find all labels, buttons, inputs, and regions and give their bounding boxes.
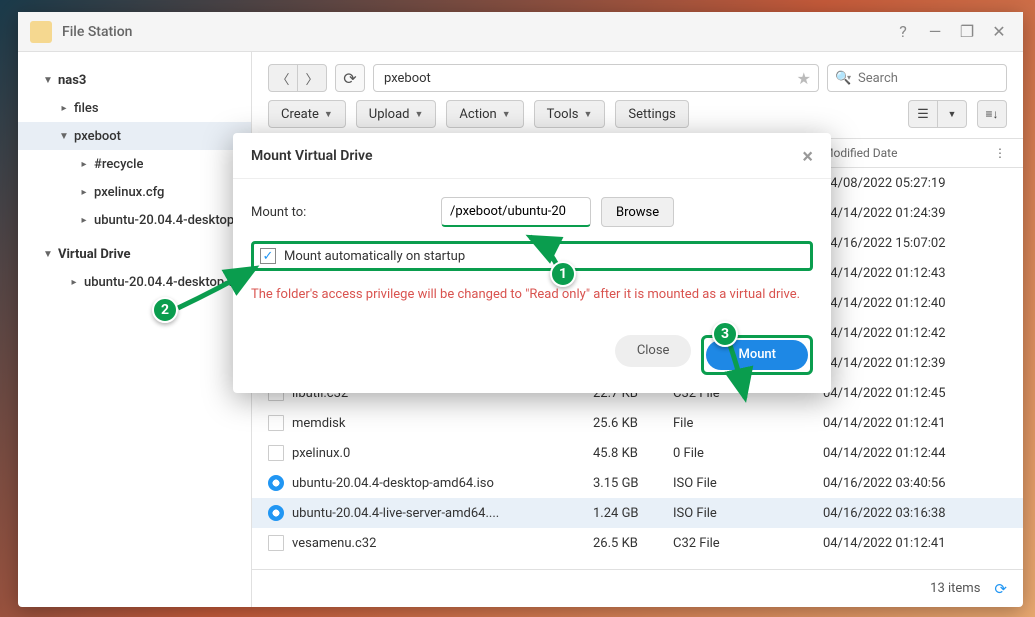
browse-button[interactable]: Browse xyxy=(601,197,674,227)
sidebar-item--recycle[interactable]: ▸#recycle xyxy=(18,150,251,178)
file-icon xyxy=(268,535,284,551)
auto-mount-label: Mount automatically on startup xyxy=(284,249,465,264)
dialog-titlebar: Mount Virtual Drive × xyxy=(233,133,831,179)
file-name: ubuntu-20.04.4-live-server-amd64.... xyxy=(292,506,499,521)
nav-back-button[interactable]: 〈 xyxy=(268,64,298,92)
dialog-title: Mount Virtual Drive xyxy=(251,148,373,164)
file-name: pxelinux.0 xyxy=(292,446,350,461)
mount-to-input[interactable] xyxy=(441,197,591,227)
annotation-badge-3: 3 xyxy=(712,321,738,347)
file-date: 04/14/2022 01:24:39 xyxy=(823,206,993,221)
tree-root-nas3[interactable]: ▼nas3 xyxy=(18,66,251,94)
help-button[interactable]: ? xyxy=(891,20,915,44)
file-date: 04/14/2022 01:12:43 xyxy=(823,266,993,281)
search-input[interactable] xyxy=(827,64,1007,92)
file-date: 04/16/2022 15:07:02 xyxy=(823,236,993,251)
status-bar: 13 items ⟳ xyxy=(252,569,1023,607)
footer-refresh-icon[interactable]: ⟳ xyxy=(994,580,1007,598)
file-type: 0 File xyxy=(673,446,823,461)
file-date: 04/16/2022 03:16:38 xyxy=(823,506,993,521)
dialog-close-button[interactable]: × xyxy=(802,144,813,168)
file-type: ISO File xyxy=(673,506,823,521)
sidebar-item-pxeboot[interactable]: ▼pxeboot xyxy=(18,122,251,150)
file-date: 04/16/2022 03:40:56 xyxy=(823,476,993,491)
create-button[interactable]: Create▼ xyxy=(268,100,346,128)
titlebar: File Station ? — ❐ ✕ xyxy=(18,12,1023,52)
table-row[interactable]: vesamenu.c32 26.5 KBC32 File04/14/2022 01… xyxy=(252,528,1023,558)
path-field: ★ xyxy=(373,64,819,92)
file-size: 25.6 KB xyxy=(593,416,673,431)
favorite-icon[interactable]: ★ xyxy=(797,69,811,88)
nav-forward-button[interactable]: 〉 xyxy=(297,64,327,92)
file-size: 45.8 KB xyxy=(593,446,673,461)
nav-group: 〈 〉 xyxy=(268,64,327,92)
file-date: 04/14/2022 01:12:45 xyxy=(823,386,993,401)
annotation-badge-2: 2 xyxy=(152,297,178,323)
search-chevron-icon[interactable]: ▾ xyxy=(847,73,851,82)
warning-text: The folder's access privilege will be ch… xyxy=(251,285,813,305)
annotation-badge-1: 1 xyxy=(550,261,576,287)
window-title: File Station xyxy=(62,24,883,40)
file-type: ISO File xyxy=(673,476,823,491)
file-date: 04/08/2022 05:27:19 xyxy=(823,176,993,191)
file-date: 04/14/2022 01:12:41 xyxy=(823,416,993,431)
file-name: vesamenu.c32 xyxy=(292,536,376,551)
file-date: 04/14/2022 01:12:44 xyxy=(823,446,993,461)
refresh-button[interactable]: ⟳ xyxy=(335,64,365,92)
minimize-button[interactable]: — xyxy=(923,20,947,44)
table-row[interactable]: ubuntu-20.04.4-desktop-amd64.iso 3.15 GBI… xyxy=(252,468,1023,498)
close-button[interactable]: Close xyxy=(615,335,692,367)
file-icon xyxy=(268,445,284,461)
iso-icon xyxy=(268,505,284,521)
col-date-header[interactable]: Modified Date xyxy=(823,146,993,160)
table-row[interactable]: pxelinux.0 45.8 KB0 File04/14/2022 01:12:… xyxy=(252,438,1023,468)
table-row[interactable]: ubuntu-20.04.4-live-server-amd64.... 1.24… xyxy=(252,498,1023,528)
annotation-arrow-3 xyxy=(705,340,765,410)
file-type: C32 File xyxy=(673,536,823,551)
file-date: 04/14/2022 01:12:40 xyxy=(823,296,993,311)
file-date: 04/14/2022 01:12:41 xyxy=(823,536,993,551)
table-row[interactable]: memdisk 25.6 KBFile04/14/2022 01:12:41 xyxy=(252,408,1023,438)
maximize-button[interactable]: ❐ xyxy=(955,20,979,44)
file-type: File xyxy=(673,416,823,431)
file-size: 1.24 GB xyxy=(593,506,673,521)
file-icon xyxy=(268,415,284,431)
close-window-button[interactable]: ✕ xyxy=(987,20,1011,44)
mount-to-label: Mount to: xyxy=(251,205,431,220)
path-input[interactable] xyxy=(373,64,819,92)
chevron-down-icon: ▼ xyxy=(583,109,592,120)
search-field: 🔍 ▾ xyxy=(827,64,1007,92)
chevron-down-icon: ▼ xyxy=(324,109,333,120)
sort-button[interactable]: ≡↓ xyxy=(977,100,1007,128)
chevron-down-icon: ▼ xyxy=(502,109,511,120)
chevron-down-icon: ▼ xyxy=(415,109,424,120)
sidebar-item-files[interactable]: ▸files xyxy=(18,94,251,122)
file-date: 04/14/2022 01:12:39 xyxy=(823,356,993,371)
sidebar-item-pxelinux-cfg[interactable]: ▸pxelinux.cfg xyxy=(18,178,251,206)
col-menu-button[interactable]: ⋮ xyxy=(993,146,1007,160)
action-button[interactable]: Action▼ xyxy=(446,100,523,128)
iso-icon xyxy=(268,475,284,491)
file-size: 26.5 KB xyxy=(593,536,673,551)
item-count: 13 items xyxy=(930,581,980,596)
upload-button[interactable]: Upload▼ xyxy=(356,100,437,128)
app-icon xyxy=(30,21,52,43)
view-dropdown-button[interactable]: ▼ xyxy=(937,100,967,128)
tools-button[interactable]: Tools▼ xyxy=(534,100,606,128)
sidebar-item-ubuntu-20-04-4-desktop---[interactable]: ▸ubuntu-20.04.4-desktop... xyxy=(18,206,251,234)
sidebar: ▼nas3 ▸files▼pxeboot▸#recycle▸pxelinux.c… xyxy=(18,52,252,607)
settings-button[interactable]: Settings xyxy=(615,100,688,128)
file-name: ubuntu-20.04.4-desktop-amd64.iso xyxy=(292,476,494,491)
file-size: 3.15 GB xyxy=(593,476,673,491)
annotation-arrow-2 xyxy=(170,258,270,318)
file-name: memdisk xyxy=(292,416,346,431)
file-date: 04/14/2022 01:12:42 xyxy=(823,326,993,341)
view-list-button[interactable]: ☰ xyxy=(908,100,938,128)
